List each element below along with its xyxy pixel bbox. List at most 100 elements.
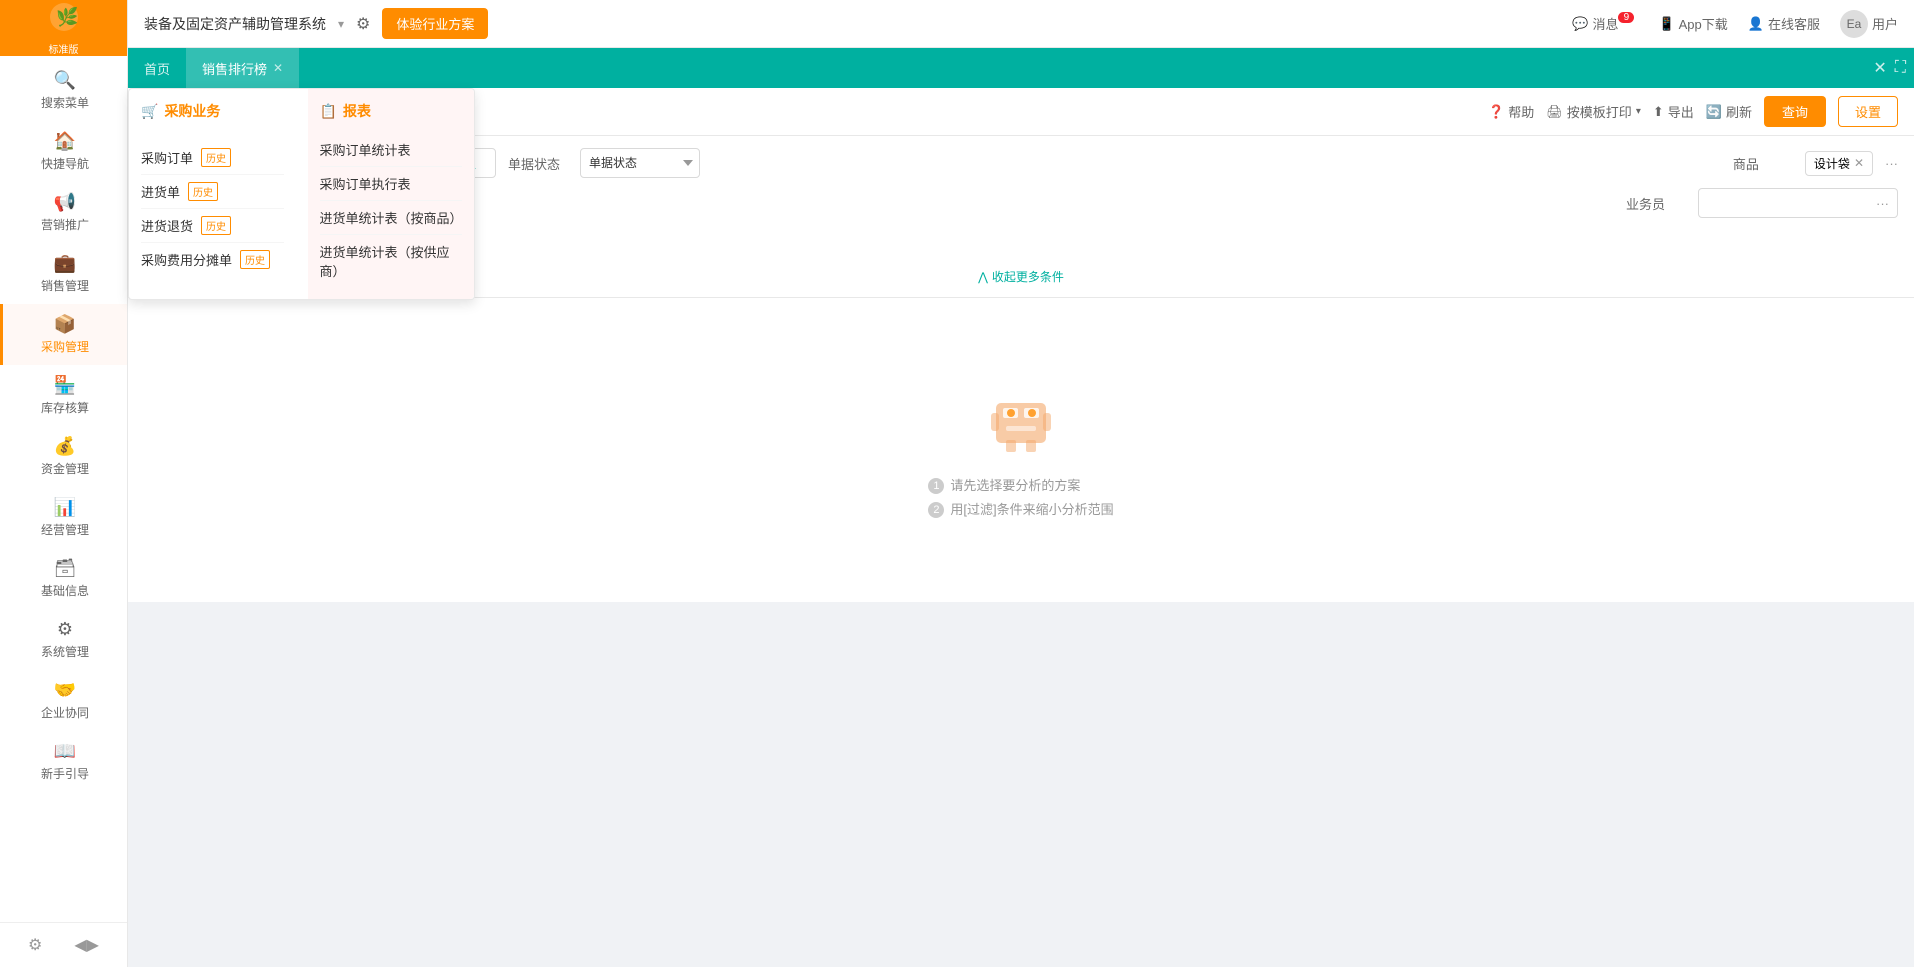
sidebar-item-basic[interactable]: 🗃 基础信息: [0, 548, 127, 609]
logo-text: 标准版: [49, 41, 79, 56]
sidebar-label-system: 系统管理: [41, 643, 89, 660]
sidebar-label-inventory: 库存核算: [41, 399, 89, 416]
refresh-item[interactable]: 🔄 刷新: [1706, 102, 1752, 121]
print-item[interactable]: 🖨 按模板打印 ▾: [1546, 102, 1641, 121]
header-settings-icon[interactable]: ⚙: [356, 14, 370, 34]
tab-bar: 首页 销售排行榜 ✕ ✕ ⛶: [128, 48, 1914, 88]
dropdown-reports-col: 📋 报表 采购订单统计表 采购订单执行表 进货单统计表（按商品） 进货单统计表（…: [308, 89, 475, 299]
purchase-col-icon: 🛒: [141, 103, 158, 120]
export-item[interactable]: ⬆ 导出: [1653, 102, 1694, 121]
salesperson-label: 业务员: [1626, 194, 1686, 213]
dropdown-purchase-order-stats[interactable]: 采购订单统计表: [320, 133, 463, 167]
sidebar-item-purchase[interactable]: 📦 采购管理: [0, 304, 127, 365]
empty-line-2: 2 用[过滤]条件来缩小分析范围: [928, 498, 1113, 522]
sidebar-label-home: 快捷导航: [41, 155, 89, 172]
empty-illustration: [971, 378, 1071, 458]
collapse-sidebar-icon[interactable]: ◀▶: [74, 935, 99, 955]
dropdown-return[interactable]: 进货退货 历史: [141, 209, 284, 243]
stock-in-stats-product-label: 进货单统计表（按商品）: [320, 208, 463, 227]
dropdown-stock-in-stats-supplier[interactable]: 进货单统计表（按供应商）: [320, 235, 463, 287]
sidebar-label-sales: 销售管理: [41, 277, 89, 294]
reports-col-title: 📋 报表: [320, 101, 463, 121]
product-dots[interactable]: ···: [1885, 156, 1898, 171]
tab-sales-ranking[interactable]: 销售排行榜 ✕: [186, 48, 299, 88]
empty-line-1: 1 请先选择要分析的方案: [928, 474, 1080, 498]
help-item[interactable]: ❓ 帮助: [1488, 102, 1534, 121]
dropdown-menu: 🛒 采购业务 采购订单 历史 进货单 历史 进货退货 历史 采购费用分摊单 历史…: [128, 88, 475, 300]
header-dropdown-arrow[interactable]: ▾: [338, 17, 344, 31]
sidebar-item-operations[interactable]: 📊 经营管理: [0, 487, 127, 548]
product-tag-close[interactable]: ✕: [1854, 156, 1864, 170]
system-icon: ⚙: [57, 619, 73, 640]
dropdown-purchase-order-exec[interactable]: 采购订单执行表: [320, 167, 463, 201]
message-icon: 💬: [1572, 16, 1588, 32]
collapse-label: 收起更多条件: [992, 268, 1064, 285]
return-label: 进货退货: [141, 216, 193, 235]
collapse-icon: ⋀: [978, 270, 988, 284]
query-button[interactable]: 查询: [1764, 96, 1826, 127]
messages-label: 消息: [1592, 14, 1618, 33]
purchase-order-history: 历史: [201, 148, 231, 167]
sidebar-item-enterprise[interactable]: 🤝 企业协同: [0, 670, 127, 731]
system-title: 装备及固定资产辅助管理系统: [144, 14, 326, 34]
svg-text:🌿: 🌿: [56, 6, 78, 27]
messages-item[interactable]: 💬 消息 9: [1572, 14, 1638, 33]
sidebar-item-search[interactable]: 🔍 搜索菜单: [0, 60, 127, 121]
step-1-num: 1: [928, 478, 944, 494]
avatar: Ea: [1840, 10, 1868, 38]
avatar-text: Ea: [1847, 17, 1862, 31]
tab-close-icon[interactable]: ✕: [273, 61, 283, 75]
product-label: 商品: [1733, 154, 1793, 173]
tab-close-all-icon[interactable]: ✕: [1873, 58, 1886, 78]
refresh-label: 刷新: [1726, 102, 1752, 121]
sidebar-item-system[interactable]: ⚙ 系统管理: [0, 609, 127, 670]
service-icon: 👤: [1748, 16, 1764, 32]
dropdown-stock-in[interactable]: 进货单 历史: [141, 175, 284, 209]
reports-icon: 📋: [320, 103, 337, 120]
sidebar: 🌿 标准版 🔍 搜索菜单 🏠 快捷导航 📢 营销推广 💼 销售管理 📦 采购管理…: [0, 0, 128, 967]
sidebar-label-finance: 资金管理: [41, 460, 89, 477]
sidebar-item-home[interactable]: 🏠 快捷导航: [0, 121, 127, 182]
sidebar-item-finance[interactable]: 💰 资金管理: [0, 426, 127, 487]
settings-button[interactable]: 设置: [1838, 96, 1898, 127]
app-download-item[interactable]: 📱 App下载: [1658, 14, 1727, 33]
tab-home-label: 首页: [144, 59, 170, 78]
dropdown-cost-allocation[interactable]: 采购费用分摊单 历史: [141, 243, 284, 276]
purchase-order-label: 采购订单: [141, 148, 193, 167]
user-label: 用户: [1872, 14, 1898, 33]
return-history: 历史: [201, 216, 231, 235]
online-service-item[interactable]: 👤 在线客服: [1748, 14, 1820, 33]
dropdown-purchase-order[interactable]: 采购订单 历史: [141, 141, 284, 175]
collapse-button[interactable]: ⋀ 收起更多条件: [978, 268, 1064, 285]
tab-expand-icon[interactable]: ⛶: [1895, 59, 1906, 77]
print-label: 按模板打印: [1567, 102, 1632, 121]
basic-icon: 🗃: [54, 558, 77, 579]
sidebar-label-marketing: 营销推广: [41, 216, 89, 233]
tab-home[interactable]: 首页: [128, 48, 186, 88]
sidebar-label-enterprise: 企业协同: [41, 704, 89, 721]
sidebar-nav: 🔍 搜索菜单 🏠 快捷导航 📢 营销推广 💼 销售管理 📦 采购管理 🏪 库存核…: [0, 56, 127, 922]
export-label: 导出: [1668, 102, 1694, 121]
purchase-order-stats-label: 采购订单统计表: [320, 140, 411, 159]
help-label: 帮助: [1508, 102, 1534, 121]
sidebar-label-guide: 新手引导: [41, 765, 89, 782]
purchase-col-title: 🛒 采购业务: [141, 101, 284, 129]
dropdown-stock-in-stats-product[interactable]: 进货单统计表（按商品）: [320, 201, 463, 235]
sidebar-item-sales[interactable]: 💼 销售管理: [0, 243, 127, 304]
empty-state: 1 请先选择要分析的方案 2 用[过滤]条件来缩小分析范围: [128, 298, 1914, 602]
empty-text: 1 请先选择要分析的方案 2 用[过滤]条件来缩小分析范围: [928, 474, 1113, 522]
salesperson-dots[interactable]: ···: [1876, 196, 1889, 211]
sidebar-item-inventory[interactable]: 🏪 库存核算: [0, 365, 127, 426]
refresh-icon: 🔄: [1706, 104, 1722, 120]
sidebar-item-marketing[interactable]: 📢 营销推广: [0, 182, 127, 243]
settings-bottom-icon[interactable]: ⚙: [28, 935, 42, 955]
sidebar-item-guide[interactable]: 📖 新手引导: [0, 731, 127, 792]
dropdown-purchase-col: 🛒 采购业务 采购订单 历史 进货单 历史 进货退货 历史 采购费用分摊单 历史: [141, 101, 284, 287]
guide-icon: 📖: [54, 741, 76, 762]
user-item[interactable]: Ea 用户: [1840, 10, 1898, 38]
stock-in-stats-supplier-label: 进货单统计表（按供应商）: [320, 242, 463, 280]
industry-button[interactable]: 体验行业方案: [382, 8, 488, 39]
stock-in-label: 进货单: [141, 182, 180, 201]
status-select[interactable]: 单据状态: [580, 148, 700, 178]
finance-icon: 💰: [54, 436, 76, 457]
